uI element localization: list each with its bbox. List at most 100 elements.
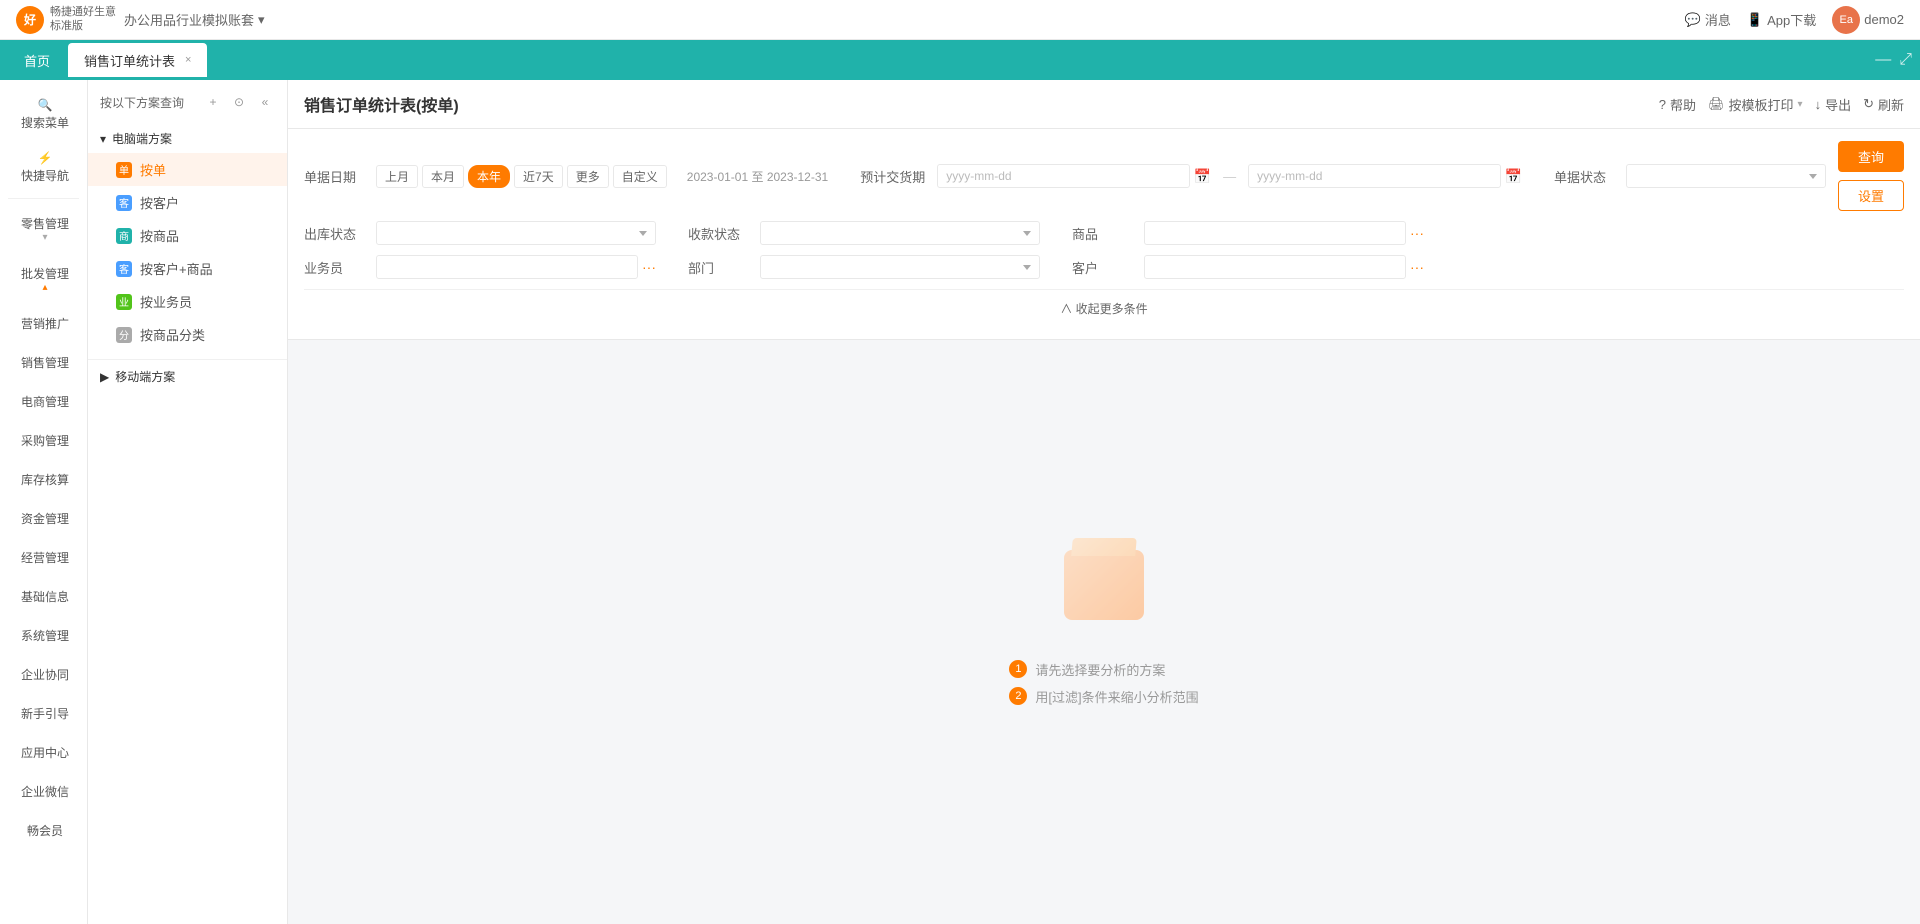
sidebar-item-purchase-mgmt[interactable]: 采购管理 xyxy=(0,420,87,459)
print-arrow-icon: ▾ xyxy=(1798,99,1803,110)
app-download-btn[interactable]: 📱 App下载 xyxy=(1747,10,1816,29)
goods-group: ··· xyxy=(1144,221,1424,245)
scheme-settings-btn[interactable]: ⊙ xyxy=(229,92,249,112)
sidebar-item-member[interactable]: 畅会员 xyxy=(0,810,87,849)
date-btn-this-month[interactable]: 本月 xyxy=(422,165,464,188)
page-title-row: 销售订单统计表(按单) ? 帮助 🖨 按模板打印 ▾ ↓ xyxy=(304,92,1904,116)
reset-btn[interactable]: 设置 xyxy=(1838,180,1904,211)
export-icon: ↓ xyxy=(1815,97,1822,112)
ship-status-select[interactable] xyxy=(376,221,656,245)
add-scheme-btn[interactable]: + xyxy=(203,92,223,112)
sidebar-item-marketing[interactable]: 营销推广 xyxy=(0,303,87,342)
sidebar-item-search-menu[interactable]: 🔍 搜索菜单 xyxy=(0,88,87,141)
goods-more-icon[interactable]: ··· xyxy=(1410,225,1424,241)
filter-area: 单据日期 上月 本月 本年 近7天 更多 自定义 2023-01-01 至 20… xyxy=(288,129,1920,340)
tab-close-btn[interactable]: × xyxy=(185,54,191,66)
tab-bar-controls: — ⤢ xyxy=(1875,51,1912,69)
export-btn[interactable]: ↓ 导出 xyxy=(1815,95,1852,114)
empty-illustration xyxy=(1054,550,1154,640)
sidebar-item-enterprise-collab[interactable]: 企业协同 xyxy=(0,654,87,693)
btn-group: 查询 设置 xyxy=(1838,141,1904,211)
sidebar-item-app-center[interactable]: 应用中心 xyxy=(0,732,87,771)
calendar-from-icon[interactable]: 📅 xyxy=(1194,168,1211,185)
page-header: 销售订单统计表(按单) ? 帮助 🖨 按模板打印 ▾ ↓ xyxy=(288,80,1920,129)
sidebar: 🔍 搜索菜单 ⚡ 快捷导航 零售管理 ▾ 批发管理 ▴ 营销推广 销售管理 电商… xyxy=(0,80,88,924)
goods-input[interactable] xyxy=(1144,221,1406,245)
pc-scheme-arrow-icon: ▾ xyxy=(100,132,106,146)
tip-num-2: 2 xyxy=(1009,687,1027,705)
date-btn-last-7-days[interactable]: 近7天 xyxy=(514,165,563,188)
tab-sales-order-stats[interactable]: 销售订单统计表 × xyxy=(68,43,207,77)
minimize-icon[interactable]: — xyxy=(1875,51,1891,69)
date-btn-custom[interactable]: 自定义 xyxy=(613,165,667,188)
expected-date-from-input[interactable] xyxy=(937,164,1189,188)
sidebar-item-system-mgmt[interactable]: 系统管理 xyxy=(0,615,87,654)
refresh-icon: ↻ xyxy=(1863,96,1874,112)
date-btn-more[interactable]: 更多 xyxy=(567,165,609,188)
collapse-bar[interactable]: ∧ 收起更多条件 xyxy=(304,289,1904,327)
collapse-panel-btn[interactable]: « xyxy=(255,92,275,112)
maximize-icon[interactable]: ⤢ xyxy=(1899,51,1912,69)
sidebar-item-finance-mgmt[interactable]: 资金管理 xyxy=(0,498,87,537)
sidebar-item-operations-mgmt[interactable]: 经营管理 xyxy=(0,537,87,576)
sidebar-item-quick-nav[interactable]: ⚡ 快捷导航 xyxy=(0,141,87,194)
scheme-item-by-salesperson[interactable]: 业 按业务员 xyxy=(88,285,287,318)
sidebar-item-retail-mgmt[interactable]: 零售管理 ▾ xyxy=(0,203,87,253)
scheme-icon-by-goods-category: 分 xyxy=(116,327,132,343)
sidebar-item-new-user[interactable]: 新手引导 xyxy=(0,693,87,732)
tab-bar: 首页 销售订单统计表 × — ⤢ xyxy=(0,40,1920,80)
sidebar-item-inventory[interactable]: 库存核算 xyxy=(0,459,87,498)
salesperson-group: ··· xyxy=(376,255,656,279)
scheme-item-by-goods[interactable]: 商 按商品 xyxy=(88,219,287,252)
sidebar-item-enterprise-wechat[interactable]: 企业微信 xyxy=(0,771,87,810)
page-title: 销售订单统计表(按单) xyxy=(304,92,459,116)
goods-label: 商品 xyxy=(1072,224,1132,243)
status-label: 单据状态 xyxy=(1554,167,1614,186)
breadcrumb[interactable]: 办公用品行业模拟账套 ▾ xyxy=(124,10,265,29)
customer-input[interactable] xyxy=(1144,255,1406,279)
filter-row-1: 单据日期 上月 本月 本年 近7天 更多 自定义 2023-01-01 至 20… xyxy=(304,141,1904,211)
pc-scheme-section: ▾ 电脑端方案 单 按单 客 按客户 商 按商品 客 按客户+商品 xyxy=(88,120,287,355)
download-icon: 📱 xyxy=(1747,12,1763,28)
calendar-to-icon[interactable]: 📅 xyxy=(1505,168,1522,185)
scheme-item-by-order[interactable]: 单 按单 xyxy=(88,153,287,186)
query-reset-group: 查询 设置 xyxy=(1838,141,1904,211)
help-btn[interactable]: ? 帮助 xyxy=(1659,95,1696,114)
scheme-icon-by-customer-goods: 客 xyxy=(116,261,132,277)
refresh-btn[interactable]: ↻ 刷新 xyxy=(1863,95,1904,114)
receipt-status-group xyxy=(760,221,1040,245)
customer-more-icon[interactable]: ··· xyxy=(1410,259,1424,275)
ship-status-group xyxy=(376,221,656,245)
logo-text: 畅捷通好生意 标准版 xyxy=(50,6,116,32)
print-btn[interactable]: 🖨 按模板打印 ▾ xyxy=(1708,95,1803,114)
salesperson-input[interactable] xyxy=(376,255,638,279)
inner-layout: 按以下方案查询 + ⊙ « ▾ 电脑端方案 单 按单 客 按客户 xyxy=(88,80,1920,924)
pc-scheme-group[interactable]: ▾ 电脑端方案 xyxy=(88,124,287,153)
mobile-scheme-arrow-icon: ▶ xyxy=(100,370,109,384)
scheme-item-by-goods-category[interactable]: 分 按商品分类 xyxy=(88,318,287,351)
expected-date-to-input[interactable] xyxy=(1248,164,1500,188)
empty-tips: 1 请先选择要分析的方案 2 用[过滤]条件来缩小分析范围 xyxy=(1009,660,1198,714)
logo-icon: 好 xyxy=(16,6,44,34)
salesperson-more-icon[interactable]: ··· xyxy=(642,259,656,275)
sidebar-item-sales-mgmt[interactable]: 销售管理 xyxy=(0,342,87,381)
status-select[interactable] xyxy=(1626,164,1826,188)
message-btn[interactable]: 💬 消息 xyxy=(1685,10,1731,29)
scheme-item-by-customer[interactable]: 客 按客户 xyxy=(88,186,287,219)
tab-home[interactable]: 首页 xyxy=(8,44,66,76)
dept-select[interactable] xyxy=(760,255,1040,279)
user-info[interactable]: Ea demo2 xyxy=(1832,6,1904,34)
scheme-icon-by-order: 单 xyxy=(116,162,132,178)
sidebar-item-basic-info[interactable]: 基础信息 xyxy=(0,576,87,615)
query-btn[interactable]: 查询 xyxy=(1838,141,1904,172)
receipt-status-select[interactable] xyxy=(760,221,1040,245)
expected-date-to-group: 📅 xyxy=(1248,164,1522,188)
retail-arrow-icon: ▾ xyxy=(7,232,83,243)
mobile-scheme-group[interactable]: ▶ 移动端方案 xyxy=(88,359,287,393)
quick-nav-icon: ⚡ xyxy=(7,151,83,165)
sidebar-item-ecommerce-mgmt[interactable]: 电商管理 xyxy=(0,381,87,420)
sidebar-item-wholesale-mgmt[interactable]: 批发管理 ▴ xyxy=(0,253,87,303)
date-btn-last-month[interactable]: 上月 xyxy=(376,165,418,188)
scheme-item-by-customer-goods[interactable]: 客 按客户+商品 xyxy=(88,252,287,285)
date-btn-this-year[interactable]: 本年 xyxy=(468,165,510,188)
